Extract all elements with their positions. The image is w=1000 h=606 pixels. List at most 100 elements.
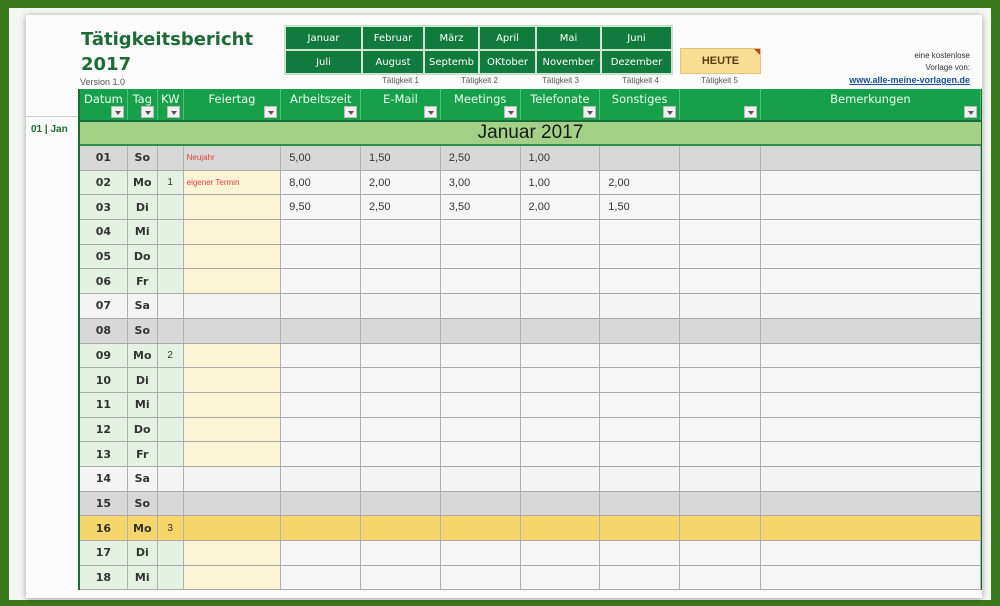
date-cell[interactable]: 04: [80, 220, 128, 244]
holiday-cell[interactable]: [183, 541, 282, 565]
meetings-cell[interactable]: 3,00: [441, 170, 521, 195]
sonstiges-cell[interactable]: [600, 417, 681, 442]
date-cell[interactable]: 06: [80, 269, 128, 294]
week-cell[interactable]: [157, 244, 184, 269]
email-cell[interactable]: [361, 541, 441, 565]
arbeitszeit-cell[interactable]: [281, 417, 362, 442]
taetigkeit-5-cell[interactable]: [680, 343, 761, 368]
sonstiges-cell[interactable]: [600, 343, 681, 368]
arbeitszeit-cell[interactable]: [281, 318, 362, 343]
arbeitszeit-cell[interactable]: [281, 244, 362, 269]
email-cell[interactable]: [361, 516, 441, 540]
meetings-cell[interactable]: [441, 318, 521, 343]
week-cell[interactable]: [157, 220, 184, 244]
remark-cell[interactable]: [761, 417, 981, 442]
sonstiges-cell[interactable]: [600, 318, 681, 343]
email-cell[interactable]: [361, 491, 441, 516]
arbeitszeit-cell[interactable]: [281, 269, 362, 294]
telefonate-cell[interactable]: [521, 269, 601, 294]
week-cell[interactable]: [157, 417, 184, 442]
day-cell[interactable]: Mo: [127, 170, 158, 195]
email-cell[interactable]: [361, 220, 441, 244]
taetigkeit-5-cell[interactable]: [680, 220, 761, 244]
taetigkeit-5-cell[interactable]: [680, 565, 761, 590]
remark-cell[interactable]: [761, 516, 981, 540]
day-cell[interactable]: Do: [127, 244, 158, 269]
date-cell[interactable]: 05: [80, 244, 128, 269]
month-button-august[interactable]: August: [362, 50, 424, 74]
telefonate-cell[interactable]: [521, 392, 601, 417]
sonstiges-cell[interactable]: [600, 491, 681, 516]
arbeitszeit-cell[interactable]: 8,00: [281, 170, 362, 195]
month-button-dezember[interactable]: Dezember: [601, 50, 672, 74]
arbeitszeit-cell[interactable]: [281, 442, 362, 466]
holiday-cell[interactable]: [183, 417, 282, 442]
day-cell[interactable]: Mi: [127, 220, 158, 244]
date-cell[interactable]: 07: [80, 294, 128, 318]
remark-cell[interactable]: [761, 466, 981, 491]
week-cell[interactable]: [158, 294, 184, 318]
week-cell[interactable]: [158, 466, 184, 491]
month-button-mai[interactable]: Mai: [536, 26, 601, 50]
arbeitszeit-cell[interactable]: [281, 294, 362, 318]
holiday-cell[interactable]: [184, 466, 282, 491]
meetings-cell[interactable]: 2,50: [441, 146, 521, 170]
sonstiges-cell[interactable]: [600, 466, 681, 491]
meetings-cell[interactable]: 3,50: [441, 195, 521, 220]
taetigkeit-5-cell[interactable]: [680, 491, 761, 516]
month-button-februar[interactable]: Februar: [362, 26, 424, 50]
arbeitszeit-cell[interactable]: [281, 392, 362, 417]
week-cell[interactable]: 2: [157, 343, 184, 368]
remark-cell[interactable]: [761, 392, 981, 417]
day-cell[interactable]: So: [128, 146, 158, 170]
month-button-oktober[interactable]: OKtober: [479, 50, 536, 74]
telefonate-cell[interactable]: [521, 516, 601, 540]
telefonate-cell[interactable]: [521, 466, 601, 491]
remark-cell[interactable]: [761, 269, 981, 294]
holiday-cell[interactable]: [183, 269, 282, 294]
email-cell[interactable]: 2,50: [361, 195, 441, 220]
remark-cell[interactable]: [761, 368, 981, 392]
date-cell[interactable]: 13: [80, 442, 128, 466]
remark-cell[interactable]: [761, 343, 981, 368]
meetings-cell[interactable]: [441, 541, 521, 565]
remark-cell[interactable]: [761, 541, 981, 565]
filter-dropdown-icon[interactable]: [964, 106, 978, 118]
taetigkeit-5-cell[interactable]: [680, 244, 761, 269]
date-cell[interactable]: 17: [80, 541, 128, 565]
telefonate-cell[interactable]: [521, 491, 601, 516]
meetings-cell[interactable]: [441, 244, 521, 269]
taetigkeit-5-cell[interactable]: [680, 294, 761, 318]
arbeitszeit-cell[interactable]: [281, 466, 362, 491]
sonstiges-cell[interactable]: [600, 269, 681, 294]
date-cell[interactable]: 03: [80, 195, 128, 220]
sonstiges-cell[interactable]: [600, 294, 681, 318]
telefonate-cell[interactable]: [521, 318, 601, 343]
remark-cell[interactable]: [761, 244, 981, 269]
email-cell[interactable]: [361, 269, 441, 294]
filter-dropdown-icon[interactable]: [423, 106, 437, 118]
arbeitszeit-cell[interactable]: [281, 565, 362, 590]
filter-dropdown-icon[interactable]: [166, 106, 180, 118]
holiday-cell[interactable]: Neujahr: [184, 146, 282, 170]
taetigkeit-5-cell[interactable]: [680, 368, 761, 392]
day-cell[interactable]: Mo: [128, 516, 158, 540]
telefonate-cell[interactable]: [521, 244, 601, 269]
email-cell[interactable]: [361, 417, 441, 442]
taetigkeit-5-cell[interactable]: [680, 442, 761, 466]
day-cell[interactable]: Sa: [128, 294, 158, 318]
date-cell[interactable]: 12: [80, 417, 128, 442]
date-cell[interactable]: 16: [80, 516, 128, 540]
email-cell[interactable]: [361, 343, 441, 368]
email-cell[interactable]: 1,50: [361, 146, 441, 170]
remark-cell[interactable]: [761, 146, 981, 170]
holiday-cell[interactable]: [183, 565, 282, 590]
week-cell[interactable]: [157, 368, 184, 392]
sonstiges-cell[interactable]: [600, 516, 681, 540]
telefonate-cell[interactable]: [521, 417, 601, 442]
week-cell[interactable]: 3: [158, 516, 184, 540]
arbeitszeit-cell[interactable]: [281, 220, 362, 244]
telefonate-cell[interactable]: 1,00: [521, 170, 601, 195]
holiday-cell[interactable]: [183, 442, 282, 466]
taetigkeit-5-cell[interactable]: [680, 516, 761, 540]
